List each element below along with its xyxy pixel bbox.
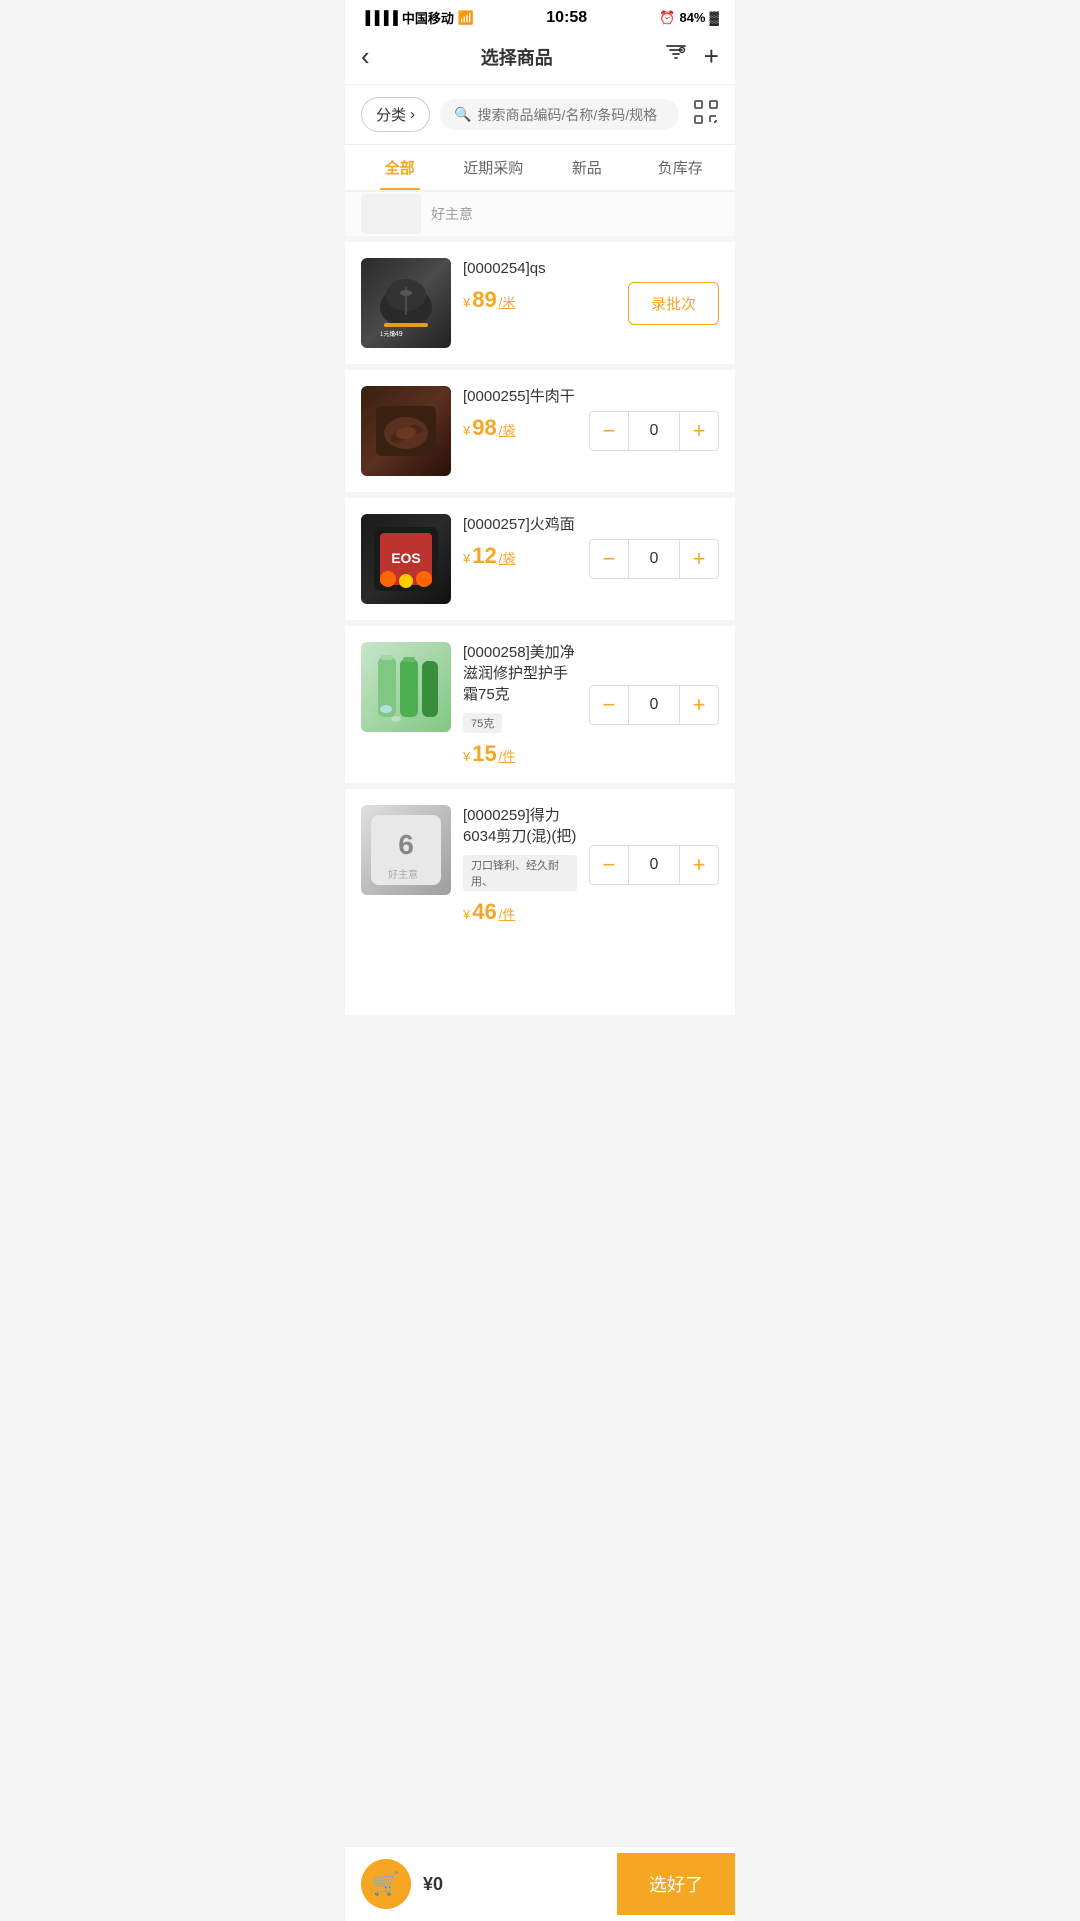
action-area-0000254: 录批次: [599, 282, 719, 325]
status-time: 10:58: [546, 9, 587, 27]
partial-label: 好主意: [431, 204, 473, 224]
product-price-0000255: ¥ 98 /袋: [463, 415, 577, 441]
table-row: [0000258]美加净滋润修护型护手霜75克 75克 ¥ 15 /件 − +: [345, 626, 735, 783]
product-image-0000257: EOS: [361, 514, 451, 604]
cart-total: ¥0: [423, 1874, 443, 1895]
qty-control-0000255: − +: [589, 411, 719, 451]
confirm-button[interactable]: 选好了: [617, 1853, 735, 1915]
add-button[interactable]: +: [704, 41, 719, 72]
product-name-0000257: [0000257]火鸡面: [463, 514, 577, 535]
product-list: 249 1元抢 [0000254]qs ¥ 89 /米 录批次: [345, 242, 735, 1015]
qty-plus-0000258[interactable]: +: [680, 686, 718, 724]
search-input-wrap: 🔍: [440, 99, 679, 130]
status-carrier: ▐▐▐▐ 中国移动 📶: [361, 8, 474, 27]
product-tag-0000258: 75克: [463, 713, 502, 733]
action-area-0000258: − +: [589, 685, 719, 725]
qty-minus-0000259[interactable]: −: [590, 846, 628, 884]
table-row: 249 1元抢 [0000254]qs ¥ 89 /米 录批次: [345, 242, 735, 364]
action-area-0000257: − +: [589, 539, 719, 579]
product-info-0000254: [0000254]qs ¥ 89 /米: [463, 258, 587, 313]
product-image-0000255: [361, 386, 451, 476]
product-tag-0000259: 刀口锋利、经久耐用、: [463, 855, 577, 891]
product-price-0000258: ¥ 15 /件: [463, 741, 577, 767]
qty-control-0000257: − +: [589, 539, 719, 579]
product-image-0000258: [361, 642, 451, 732]
battery-icon: ▓: [710, 10, 719, 25]
cart-icon: 🛒: [372, 1871, 399, 1897]
back-button[interactable]: [361, 41, 370, 72]
qty-input-0000259[interactable]: [628, 846, 680, 884]
product-price-0000259: ¥ 46 /件: [463, 899, 577, 925]
filter-button[interactable]: [664, 42, 688, 72]
bottom-bar: 🛒 ¥0 选好了: [345, 1846, 735, 1921]
svg-text:EOS: EOS: [391, 550, 421, 566]
qty-input-0000257[interactable]: [628, 540, 680, 578]
product-name-0000254: [0000254]qs: [463, 258, 587, 279]
svg-text:好主意: 好主意: [388, 868, 418, 881]
status-battery: ⏰ 84% ▓: [659, 10, 719, 26]
search-input[interactable]: [477, 107, 665, 123]
qty-minus-0000257[interactable]: −: [590, 540, 628, 578]
partial-thumb: [361, 194, 421, 234]
category-button[interactable]: 分类 ›: [361, 97, 430, 132]
table-row: [0000255]牛肉干 ¥ 98 /袋 − +: [345, 370, 735, 492]
tab-new[interactable]: 新品: [540, 145, 634, 190]
action-area-0000255: − +: [589, 411, 719, 451]
qty-minus-0000258[interactable]: −: [590, 686, 628, 724]
product-info-0000259: [0000259]得力6034剪刀(混)(把) 刀口锋利、经久耐用、 ¥ 46 …: [463, 805, 577, 925]
qty-plus-0000259[interactable]: +: [680, 846, 718, 884]
qty-control-0000258: − +: [589, 685, 719, 725]
tab-negative[interactable]: 负库存: [634, 145, 728, 190]
status-bar: ▐▐▐▐ 中国移动 📶 10:58 ⏰ 84% ▓: [345, 0, 735, 31]
alarm-icon: ⏰: [659, 10, 675, 26]
page-title: 选择商品: [481, 44, 553, 70]
table-row: 6 好主意 [0000259]得力6034剪刀(混)(把) 刀口锋利、经久耐用、…: [345, 789, 735, 1015]
product-name-0000258: [0000258]美加净滋润修护型护手霜75克: [463, 642, 577, 705]
product-price-0000254: ¥ 89 /米: [463, 287, 587, 313]
qty-control-0000259: − +: [589, 845, 719, 885]
product-image-0000254: 249 1元抢: [361, 258, 451, 348]
scan-button[interactable]: [693, 99, 719, 131]
qty-minus-0000255[interactable]: −: [590, 412, 628, 450]
product-info-0000257: [0000257]火鸡面 ¥ 12 /袋: [463, 514, 577, 569]
tabs-section: 全部 近期采购 新品 负库存: [345, 145, 735, 192]
cart-area: 🛒 ¥0: [345, 1847, 617, 1921]
search-section: 分类 › 🔍: [345, 85, 735, 145]
qty-plus-0000255[interactable]: +: [680, 412, 718, 450]
top-nav: 选择商品 +: [345, 31, 735, 85]
qty-input-0000255[interactable]: [628, 412, 680, 450]
signal-icon: ▐▐▐▐: [361, 10, 398, 25]
product-price-0000257: ¥ 12 /袋: [463, 543, 577, 569]
action-area-0000259: − +: [589, 845, 719, 885]
product-name-0000259: [0000259]得力6034剪刀(混)(把): [463, 805, 577, 847]
partial-product-item: 好主意: [345, 192, 735, 242]
svg-text:1元抢: 1元抢: [380, 330, 395, 338]
product-name-0000255: [0000255]牛肉干: [463, 386, 577, 407]
tab-recent[interactable]: 近期采购: [447, 145, 541, 190]
qty-input-0000258[interactable]: [628, 686, 680, 724]
product-image-0000259: 6 好主意: [361, 805, 451, 895]
product-info-0000255: [0000255]牛肉干 ¥ 98 /袋: [463, 386, 577, 441]
search-icon: 🔍: [454, 106, 471, 123]
wifi-icon: 📶: [458, 10, 474, 26]
cart-icon-wrap[interactable]: 🛒: [361, 1859, 411, 1909]
svg-text:6: 6: [398, 829, 414, 860]
tab-all[interactable]: 全部: [353, 145, 447, 190]
product-info-0000258: [0000258]美加净滋润修护型护手霜75克 75克 ¥ 15 /件: [463, 642, 577, 767]
table-row: EOS [0000257]火鸡面 ¥ 12 /袋 − +: [345, 498, 735, 620]
qty-plus-0000257[interactable]: +: [680, 540, 718, 578]
batch-button-0000254[interactable]: 录批次: [628, 282, 719, 325]
